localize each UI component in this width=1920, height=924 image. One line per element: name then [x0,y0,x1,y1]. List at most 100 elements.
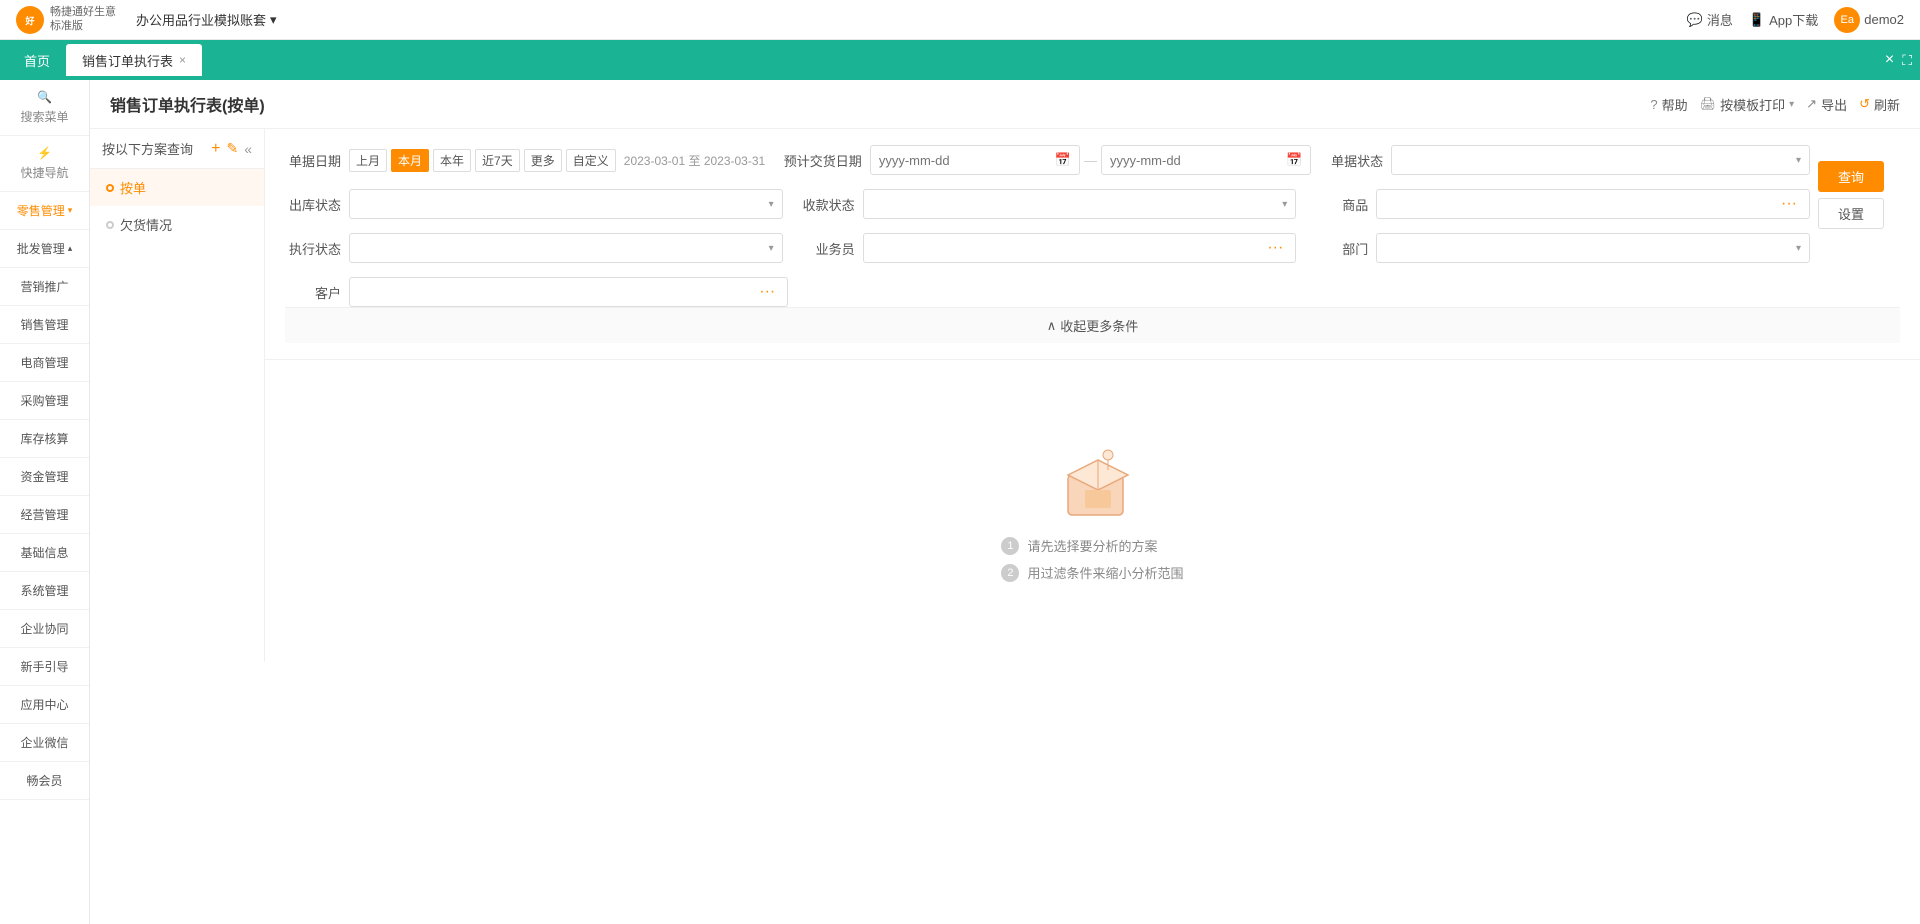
logo-text: 畅捷通好生意 标准版 [50,6,116,32]
sidebar-ecommerce-label: 电商管理 [20,356,68,370]
execute-status-arrow-icon: ▾ [769,243,774,254]
sidebar-item-newbie[interactable]: 新手引导 [0,648,89,686]
filter-field-collection-status: 收款状态 ▾ [799,189,1297,219]
sidebar: 🔍 搜索菜单 ⚡ 快捷导航 零售管理 ▾ 批发管理 ▴ 营销推广 销售管理 电商… [0,80,90,924]
menu-item-shortage[interactable]: 欠货情况 [90,206,264,243]
tab-active[interactable]: 销售订单执行表 × [66,44,202,76]
avatar: Ea [1834,7,1860,33]
sidebar-item-wholesale[interactable]: 批发管理 ▴ [0,230,89,268]
empty-illustration [1053,440,1133,520]
message-action[interactable]: 💬 消息 [1687,10,1733,29]
query-button[interactable]: 查询 [1818,161,1884,192]
goods-input[interactable] [1385,197,1777,212]
left-panel-header: 按以下方案查询 + ✎ « [90,129,264,169]
quick-date-this-year[interactable]: 本年 [433,149,471,172]
goods-select[interactable]: ··· [1376,189,1810,219]
user-action[interactable]: Ea demo2 [1834,7,1904,33]
collection-status-select[interactable]: ▾ [863,189,1297,219]
hint-2-text: 用过滤条件来缩小分析范围 [1027,563,1183,582]
quick-date-custom[interactable]: 自定义 [566,149,616,172]
sidebar-item-retail[interactable]: 零售管理 ▾ [0,192,89,230]
filter-and-actions: 单据日期 上月 本月 本年 近7天 更多 自定义 [285,145,1900,307]
customer-input[interactable] [358,285,755,300]
filter-row-3: 执行状态 ▾ 业务员 [285,233,1810,263]
filter-field-customer: 客户 ··· [285,277,788,307]
header-right: 💬 消息 📱 App下载 Ea demo2 [1687,7,1904,33]
calendar-end-icon[interactable]: 📅 [1286,152,1302,168]
sidebar-member-label: 畅会员 [26,774,62,788]
estimated-date-end-input[interactable] [1110,153,1286,168]
salesperson-select[interactable]: ··· [863,233,1297,263]
single-status-select[interactable]: ▾ [1391,145,1810,175]
single-status-arrow-icon: ▾ [1796,155,1801,166]
goods-dots-icon[interactable]: ··· [1777,195,1801,213]
customer-select[interactable]: ··· [349,277,788,307]
sidebar-item-operation[interactable]: 经营管理 [0,496,89,534]
menu-item-by-order[interactable]: 按单 [90,169,264,206]
delivery-status-select[interactable]: ▾ [349,189,783,219]
export-button[interactable]: ↗ 导出 [1806,95,1847,114]
wholesale-arrow-icon: ▴ [68,243,73,254]
refresh-button[interactable]: ↺ 刷新 [1859,95,1900,114]
help-button[interactable]: ? 帮助 [1650,95,1687,114]
app-selector-label: 办公用品行业模拟账套 [136,10,266,29]
edit-scheme-button[interactable]: ✎ [226,140,238,157]
salesperson-input[interactable] [872,241,1264,256]
estimated-date-end[interactable]: 📅 [1101,145,1311,175]
sidebar-item-search-menu[interactable]: 🔍 搜索菜单 [0,80,89,136]
print-button[interactable]: 🖨 按模板打印 ▾ [1700,95,1795,114]
search-menu-label: 搜索菜单 [20,108,68,125]
quick-date-more[interactable]: 更多 [524,149,562,172]
execute-status-select[interactable]: ▾ [349,233,783,263]
collapse-button[interactable]: ∧ 收起更多条件 [1047,316,1139,335]
customer-dots-icon[interactable]: ··· [755,283,779,301]
app-download-action[interactable]: 📱 App下载 [1749,10,1818,29]
app-selector[interactable]: 办公用品行业模拟账套 ▾ [136,10,277,29]
add-scheme-button[interactable]: + [211,140,220,158]
calendar-start-icon[interactable]: 📅 [1055,152,1071,168]
sidebar-item-finance[interactable]: 资金管理 [0,458,89,496]
sidebar-item-system[interactable]: 系统管理 [0,572,89,610]
filter-field-execute-status: 执行状态 ▾ [285,233,783,263]
message-label: 消息 [1707,10,1733,29]
filter-field-department: 部门 ▾ [1312,233,1810,263]
main-layout: 🔍 搜索菜单 ⚡ 快捷导航 零售管理 ▾ 批发管理 ▴ 营销推广 销售管理 电商… [0,80,1920,924]
collapse-left-panel-button[interactable]: « [244,141,252,157]
settings-button[interactable]: 设置 [1818,198,1884,229]
sidebar-item-ecommerce[interactable]: 电商管理 [0,344,89,382]
sidebar-item-sales[interactable]: 销售管理 [0,306,89,344]
sidebar-item-member[interactable]: 畅会员 [0,762,89,800]
logo-area: 好 畅捷通好生意 标准版 [16,6,116,34]
salesperson-dots-icon[interactable]: ··· [1263,239,1287,257]
sidebar-item-corpwechat[interactable]: 企业微信 [0,724,89,762]
sidebar-item-inventory[interactable]: 库存核算 [0,420,89,458]
estimated-date-start[interactable]: 📅 [870,145,1080,175]
quick-date-last-month[interactable]: 上月 [349,149,387,172]
help-icon: ? [1650,97,1657,112]
sidebar-item-purchase[interactable]: 采购管理 [0,382,89,420]
department-arrow-icon: ▾ [1796,243,1801,254]
date-range-estimated: 📅 — 📅 [870,145,1311,175]
hint-2-number: 2 [1001,564,1019,582]
sidebar-item-quick-nav[interactable]: ⚡ 快捷导航 [0,136,89,192]
estimated-date-start-input[interactable] [879,153,1055,168]
sidebar-item-basic[interactable]: 基础信息 [0,534,89,572]
department-select[interactable]: ▾ [1376,233,1810,263]
tab-bar-right: × ⛶ [1885,51,1912,69]
sidebar-item-appcenter[interactable]: 应用中心 [0,686,89,724]
window-expand-icon[interactable]: ⛶ [1902,52,1912,69]
split-layout: 按以下方案查询 + ✎ « 按单 欠货情况 [90,129,1920,662]
hint-1-number: 1 [1001,537,1019,555]
window-close-icon[interactable]: × [1885,51,1894,69]
tab-home[interactable]: 首页 [8,44,66,76]
delivery-status-arrow-icon: ▾ [769,199,774,210]
quick-date-7days[interactable]: 近7天 [475,149,520,172]
empty-hint-1: 1 请先选择要分析的方案 [1001,536,1183,555]
print-icon: 🖨 [1700,96,1717,112]
page-title: 销售订单执行表(按单) [110,92,265,116]
quick-date-this-month[interactable]: 本月 [391,149,429,172]
sidebar-item-enterprise[interactable]: 企业协同 [0,610,89,648]
page-actions: ? 帮助 🖨 按模板打印 ▾ ↗ 导出 ↺ 刷新 [1650,95,1900,114]
tab-close-icon[interactable]: × [179,53,186,67]
sidebar-item-marketing[interactable]: 营销推广 [0,268,89,306]
